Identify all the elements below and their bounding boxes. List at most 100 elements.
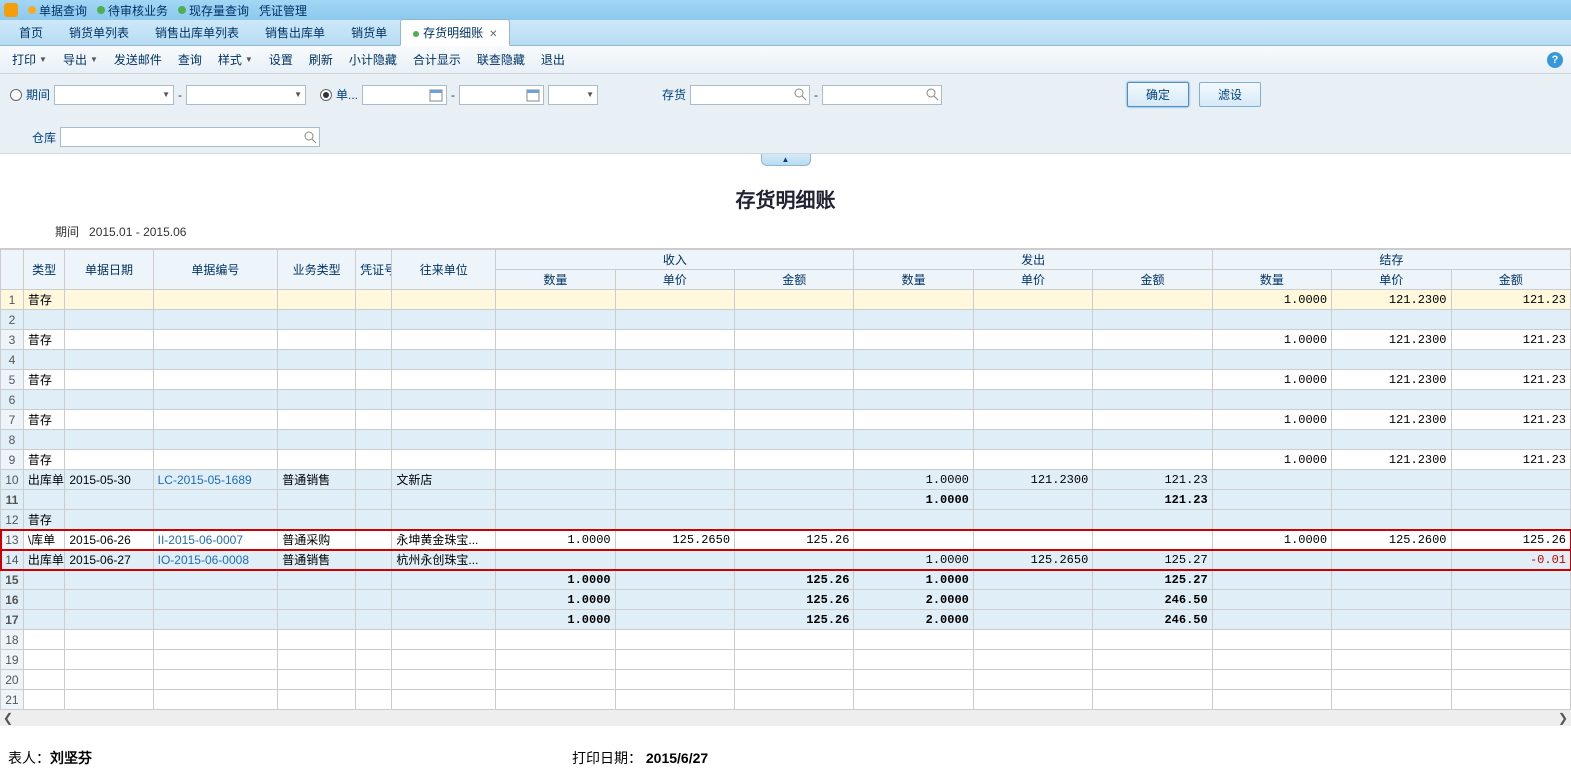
col-out-amt[interactable]: 金额 bbox=[1093, 270, 1212, 290]
tab-4[interactable]: 销货单 bbox=[338, 19, 400, 45]
cell: 永坤黄金珠宝... bbox=[392, 530, 496, 550]
toolbar-0[interactable]: 打印▼ bbox=[4, 51, 55, 68]
cell bbox=[153, 310, 278, 330]
col-bal-price[interactable]: 单价 bbox=[1332, 270, 1451, 290]
scroll-left-icon[interactable]: ❮ bbox=[0, 710, 16, 726]
toolbar-3[interactable]: 查询 bbox=[170, 51, 210, 68]
col-bal-amt[interactable]: 金额 bbox=[1451, 270, 1571, 290]
toolbar-10[interactable]: 退出 bbox=[533, 51, 573, 68]
inventory-to-lookup[interactable] bbox=[822, 85, 942, 105]
warehouse-lookup[interactable] bbox=[60, 127, 320, 147]
cell bbox=[1212, 510, 1331, 530]
data-grid[interactable]: 类型 单据日期 单据编号 业务类型 凭证号 往来单位 收入 发出 结存 数量 单… bbox=[0, 249, 1571, 710]
danju-extra-select[interactable]: ▼ bbox=[548, 85, 598, 105]
search-icon[interactable] bbox=[304, 131, 317, 144]
cell bbox=[735, 470, 854, 490]
menubar-item-voucher[interactable]: 凭证管理 bbox=[259, 2, 307, 19]
cell bbox=[735, 350, 854, 370]
col-voucher[interactable]: 凭证号 bbox=[356, 250, 392, 290]
table-row[interactable]: 14出库单2015-06-27IO-2015-06-0008普通销售杭州永创珠宝… bbox=[1, 550, 1571, 570]
col-balance[interactable]: 结存 bbox=[1212, 250, 1570, 270]
toolbar-6[interactable]: 刷新 bbox=[301, 51, 341, 68]
table-row[interactable]: 7昔存1.0000121.2300121.23 bbox=[1, 410, 1571, 430]
toolbar-2[interactable]: 发送邮件 bbox=[106, 51, 170, 68]
table-row[interactable]: 20 bbox=[1, 670, 1571, 690]
col-in-qty[interactable]: 数量 bbox=[496, 270, 615, 290]
inventory-from-lookup[interactable] bbox=[690, 85, 810, 105]
table-row[interactable]: 3昔存1.0000121.2300121.23 bbox=[1, 330, 1571, 350]
table-row[interactable]: 10出库单2015-05-30LC-2015-05-1689普通销售文新店1.0… bbox=[1, 470, 1571, 490]
menubar-item-stock[interactable]: 现存量查询 bbox=[189, 2, 249, 19]
table-row[interactable]: 13\库单2015-06-26II-2015-06-0007普通采购永坤黄金珠宝… bbox=[1, 530, 1571, 550]
radio-danju[interactable] bbox=[320, 89, 332, 101]
date-from-input[interactable] bbox=[362, 85, 447, 105]
cell[interactable]: LC-2015-05-1689 bbox=[153, 470, 278, 490]
cell[interactable]: II-2015-06-0007 bbox=[153, 530, 278, 550]
toolbar-9[interactable]: 联查隐藏 bbox=[469, 51, 533, 68]
col-in-price[interactable]: 单价 bbox=[615, 270, 734, 290]
col-income[interactable]: 收入 bbox=[496, 250, 854, 270]
table-row[interactable]: 111.0000121.23 bbox=[1, 490, 1571, 510]
table-row[interactable]: 21 bbox=[1, 690, 1571, 710]
col-out-qty[interactable]: 数量 bbox=[854, 270, 973, 290]
search-icon[interactable] bbox=[794, 88, 807, 101]
confirm-button[interactable]: 确定 bbox=[1127, 82, 1189, 107]
table-row[interactable]: 6 bbox=[1, 390, 1571, 410]
cell: -0.01 bbox=[1451, 550, 1571, 570]
cell bbox=[615, 650, 734, 670]
table-row[interactable]: 18 bbox=[1, 630, 1571, 650]
period-from-select[interactable]: ▼ bbox=[54, 85, 174, 105]
cell bbox=[1093, 450, 1212, 470]
collapse-handle[interactable]: ▲ bbox=[761, 154, 811, 166]
menubar-item-audit[interactable]: 待审核业务 bbox=[108, 2, 168, 19]
toolbar-5[interactable]: 设置 bbox=[261, 51, 301, 68]
menubar-item-query[interactable]: 单据查询 bbox=[39, 2, 87, 19]
table-row[interactable]: 4 bbox=[1, 350, 1571, 370]
cell: 2.0000 bbox=[854, 590, 973, 610]
tab-5[interactable]: 存货明细账✕ bbox=[400, 19, 510, 46]
toolbar-label: 刷新 bbox=[309, 51, 333, 68]
scroll-right-icon[interactable]: ❯ bbox=[1555, 710, 1571, 726]
toolbar-4[interactable]: 样式▼ bbox=[210, 51, 261, 68]
col-in-amt[interactable]: 金额 bbox=[735, 270, 854, 290]
tab-2[interactable]: 销售出库单列表 bbox=[142, 19, 252, 45]
close-icon[interactable]: ✕ bbox=[489, 29, 497, 40]
table-row[interactable]: 161.0000125.262.0000246.50 bbox=[1, 590, 1571, 610]
cell bbox=[392, 670, 496, 690]
table-row[interactable]: 171.0000125.262.0000246.50 bbox=[1, 610, 1571, 630]
col-outgo[interactable]: 发出 bbox=[854, 250, 1212, 270]
col-seq[interactable]: 类型 bbox=[23, 250, 65, 290]
table-row[interactable]: 5昔存1.0000121.2300121.23 bbox=[1, 370, 1571, 390]
col-date[interactable]: 单据日期 bbox=[65, 250, 153, 290]
radio-period[interactable] bbox=[10, 89, 22, 101]
search-icon[interactable] bbox=[926, 88, 939, 101]
cell bbox=[854, 390, 973, 410]
tab-0[interactable]: 首页 bbox=[6, 19, 56, 45]
filter-button[interactable]: 滤设 bbox=[1199, 82, 1261, 107]
date-to-input[interactable] bbox=[459, 85, 544, 105]
calendar-icon[interactable] bbox=[429, 88, 443, 102]
horizontal-scrollbar[interactable]: ❮ ❯ bbox=[0, 710, 1571, 726]
col-biztype[interactable]: 业务类型 bbox=[278, 250, 356, 290]
cell[interactable]: IO-2015-06-0008 bbox=[153, 550, 278, 570]
help-icon[interactable]: ? bbox=[1547, 52, 1563, 68]
toolbar-1[interactable]: 导出▼ bbox=[55, 51, 106, 68]
table-row[interactable]: 9昔存1.0000121.2300121.23 bbox=[1, 450, 1571, 470]
table-row[interactable]: 151.0000125.261.0000125.27 bbox=[1, 570, 1571, 590]
col-bal-qty[interactable]: 数量 bbox=[1212, 270, 1331, 290]
table-row[interactable]: 8 bbox=[1, 430, 1571, 450]
period-to-select[interactable]: ▼ bbox=[186, 85, 306, 105]
calendar-icon[interactable] bbox=[526, 88, 540, 102]
table-row[interactable]: 1昔存1.0000121.2300121.23 bbox=[1, 290, 1571, 310]
tab-3[interactable]: 销售出库单 bbox=[252, 19, 338, 45]
table-row[interactable]: 12昔存 bbox=[1, 510, 1571, 530]
toolbar-8[interactable]: 合计显示 bbox=[405, 51, 469, 68]
cell: 121.2300 bbox=[1332, 450, 1451, 470]
table-row[interactable]: 2 bbox=[1, 310, 1571, 330]
toolbar-7[interactable]: 小计隐藏 bbox=[341, 51, 405, 68]
tab-1[interactable]: 销货单列表 bbox=[56, 19, 142, 45]
col-docno[interactable]: 单据编号 bbox=[153, 250, 278, 290]
col-unit[interactable]: 往来单位 bbox=[392, 250, 496, 290]
table-row[interactable]: 19 bbox=[1, 650, 1571, 670]
col-out-price[interactable]: 单价 bbox=[973, 270, 1092, 290]
